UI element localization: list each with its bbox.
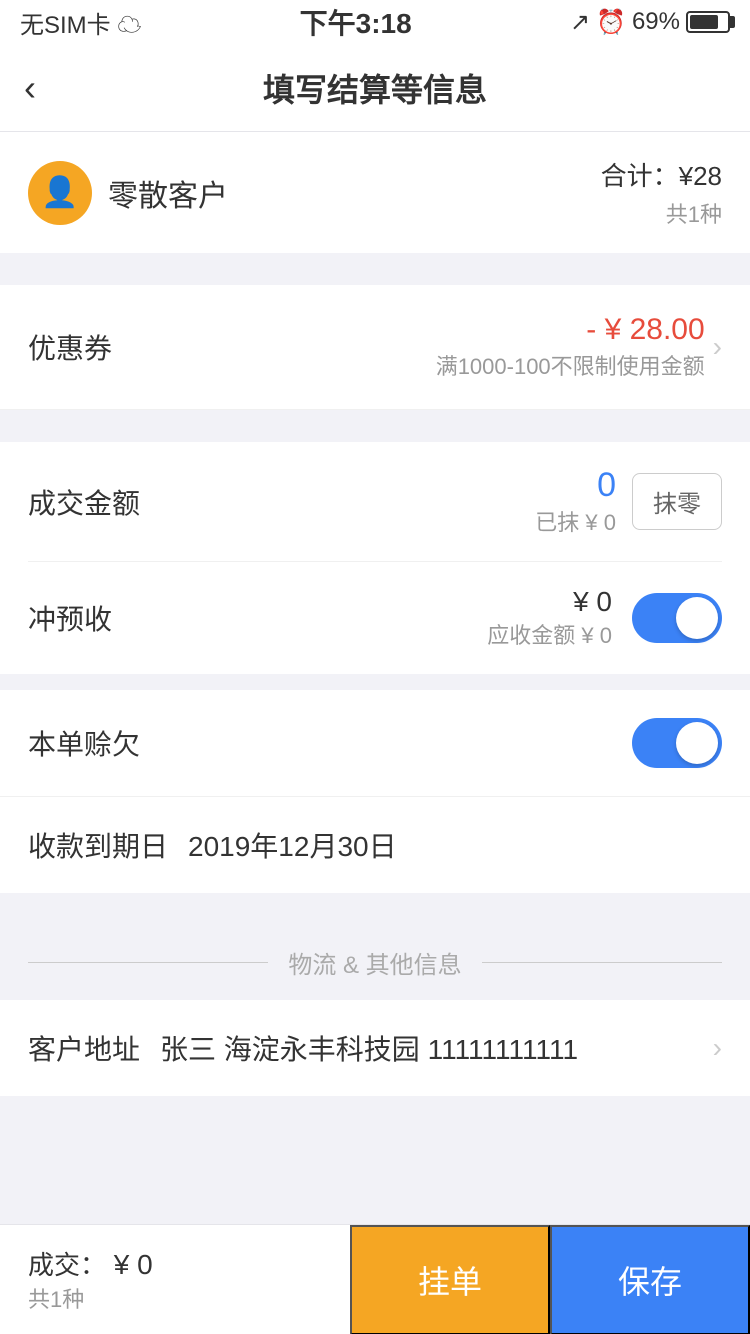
bottom-deal-amount: ¥ 0 <box>114 1249 153 1280</box>
divider-2 <box>0 426 750 442</box>
divider-1 <box>0 269 750 285</box>
precollect-row: 冲预收 ¥ 0 应收金额 ¥ 0 <box>28 562 722 674</box>
coupon-sub: 满1000-100不限制使用金额 <box>436 349 705 381</box>
debt-toggle-knob <box>676 722 718 764</box>
bottom-summary: 成交： ¥ 0 共1种 <box>0 1245 350 1314</box>
debt-section: 本单赊欠 收款到期日 2019年12月30日 <box>0 690 750 893</box>
due-date-row: 收款到期日 2019年12月30日 <box>0 796 750 893</box>
back-button[interactable]: ‹ <box>24 67 36 109</box>
due-date-value: 2019年12月30日 <box>188 825 397 865</box>
save-button[interactable]: 保存 <box>550 1225 750 1334</box>
logistics-divider: 物流 & 其他信息 <box>0 925 750 1000</box>
status-left: 无SIM卡 ☁ <box>20 5 141 40</box>
transaction-right: 0 已抹 ¥ 0 抹零 <box>535 466 722 537</box>
main-content: 👤 零散客户 合计：¥28 共1种 优惠券 - ¥ 28.00 满1000-10… <box>0 132 750 1232</box>
status-time: 下午3:18 <box>300 2 412 42</box>
precollect-toggle[interactable] <box>632 593 722 643</box>
logistics-label: 物流 & 其他信息 <box>288 945 461 980</box>
precollect-sub: 应收金额 ¥ 0 <box>487 618 612 650</box>
customer-name: 零散客户 <box>108 171 228 215</box>
divider-4 <box>0 909 750 925</box>
debt-label: 本单赊欠 <box>28 723 140 763</box>
transaction-section: 成交金额 0 已抹 ¥ 0 抹零 冲预收 ¥ 0 应收金额 ¥ 0 <box>0 442 750 674</box>
coupon-row[interactable]: 优惠券 - ¥ 28.00 满1000-100不限制使用金额 › <box>0 285 750 410</box>
coupon-value: - ¥ 28.00 <box>436 313 705 347</box>
logistics-line-right <box>482 962 722 963</box>
transaction-sub: 已抹 ¥ 0 <box>535 505 616 537</box>
address-label: 客户地址 <box>28 1028 140 1068</box>
debt-row: 本单赊欠 <box>0 690 750 796</box>
chevron-right-icon: › <box>713 331 722 363</box>
due-date-label: 收款到期日 <box>28 825 168 865</box>
precollect-label: 冲预收 <box>28 598 112 638</box>
address-row[interactable]: 客户地址 张三 海淀永丰科技园 11111111111 › <box>0 1000 750 1096</box>
coupon-section: 优惠券 - ¥ 28.00 满1000-100不限制使用金额 › <box>0 285 750 410</box>
avatar: 👤 <box>28 161 92 225</box>
precollect-right: ¥ 0 应收金额 ¥ 0 <box>487 586 722 650</box>
debt-toggle[interactable] <box>632 718 722 768</box>
customer-left: 👤 零散客户 <box>28 161 228 225</box>
coupon-label: 优惠券 <box>28 327 112 367</box>
page-title: 填写结算等信息 <box>263 65 487 111</box>
bottom-bar: 成交： ¥ 0 共1种 挂单 保存 <box>0 1224 750 1334</box>
total-count: 共1种 <box>601 197 722 229</box>
transaction-value: 0 <box>597 466 616 504</box>
transaction-label: 成交金额 <box>28 482 140 522</box>
alarm-icon: ⏰ <box>596 8 626 37</box>
customer-right: 合计：¥28 共1种 <box>601 156 722 229</box>
avatar-icon: 👤 <box>41 175 78 210</box>
transaction-row: 成交金额 0 已抹 ¥ 0 抹零 <box>28 442 722 562</box>
logistics-line-left <box>28 962 268 963</box>
bottom-deal-label: 成交： <box>28 1250 106 1280</box>
status-right: ↗ ⏰ 69% <box>570 8 730 37</box>
coupon-right: - ¥ 28.00 满1000-100不限制使用金额 › <box>436 313 722 381</box>
status-bar: 无SIM卡 ☁ 下午3:18 ↗ ⏰ 69% <box>0 0 750 44</box>
address-section: 客户地址 张三 海淀永丰科技园 11111111111 › <box>0 1000 750 1096</box>
address-value: 张三 海淀永丰科技园 11111111111 <box>160 1028 705 1068</box>
divider-3 <box>0 674 750 690</box>
address-chevron-icon: › <box>713 1032 722 1064</box>
battery-percent: 69% <box>632 8 680 36</box>
nav-bar: ‹ 填写结算等信息 <box>0 44 750 132</box>
customer-section: 👤 零散客户 合计：¥28 共1种 <box>0 132 750 253</box>
bottom-deal-row: 成交： ¥ 0 <box>28 1245 322 1282</box>
toggle-knob <box>676 597 718 639</box>
battery-icon <box>686 11 730 33</box>
location-icon: ↗ <box>570 8 590 37</box>
pending-button[interactable]: 挂单 <box>350 1225 550 1334</box>
bottom-count: 共1种 <box>28 1282 322 1314</box>
precollect-amounts: ¥ 0 应收金额 ¥ 0 <box>487 586 612 650</box>
precollect-amount: ¥ 0 <box>487 586 612 618</box>
sim-status: 无SIM卡 ☁ <box>20 5 141 40</box>
customer-row[interactable]: 👤 零散客户 合计：¥28 共1种 <box>0 132 750 253</box>
round-zero-button[interactable]: 抹零 <box>632 473 722 530</box>
total-label: 合计：¥28 <box>601 156 722 193</box>
